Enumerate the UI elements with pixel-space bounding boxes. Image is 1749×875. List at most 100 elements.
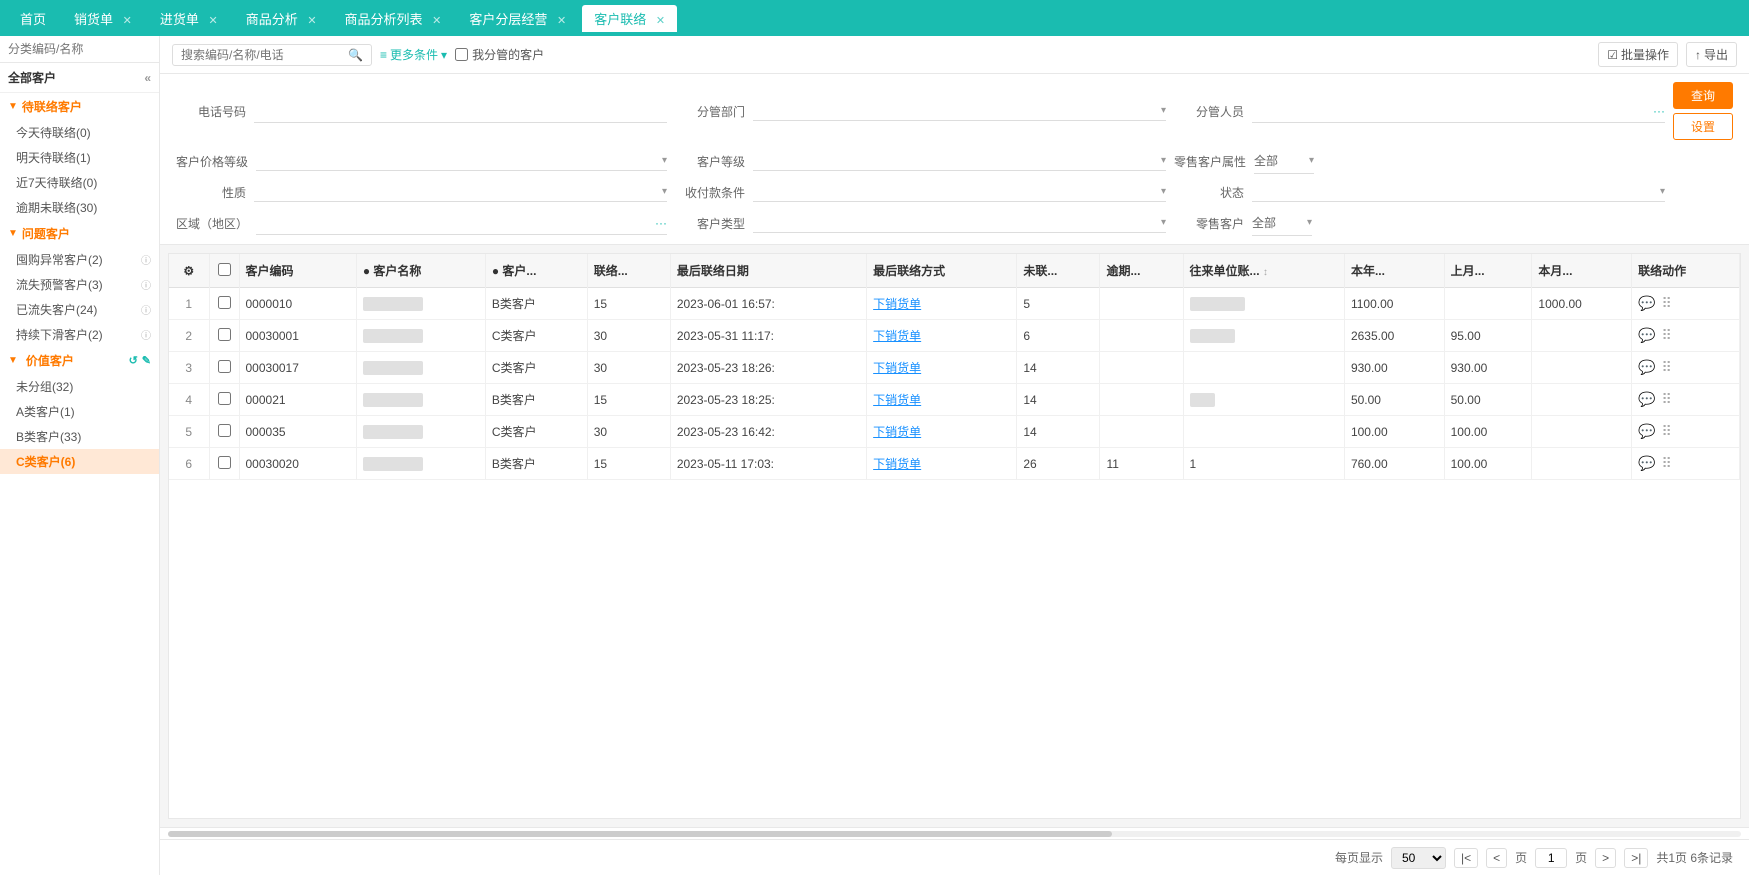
page-first-btn[interactable]: |< [1454,848,1478,868]
retail-cust-select[interactable]: 全部 ▾ [1252,210,1312,236]
filter-group-status: 状态 ▾ [1174,182,1665,202]
row-check[interactable] [209,320,239,352]
nav-product-analysis[interactable]: 商品分析 ✕ [234,5,329,32]
query-btn[interactable]: 查询 [1673,82,1733,109]
person-select[interactable]: ··· [1252,100,1665,123]
scrollbar-track[interactable] [168,831,1741,837]
group-problem-customers[interactable]: ▼ 问题客户 [0,220,159,247]
person-dots-icon[interactable]: ··· [1653,104,1665,118]
close-customer-contact-icon[interactable]: ✕ [656,15,665,27]
row-account [1183,384,1344,416]
sidebar-item-c-class[interactable]: C类客户(6) [0,449,159,474]
close-sales-icon[interactable]: ✕ [123,15,132,27]
chat-icon[interactable]: 💬 [1638,327,1655,344]
sidebar-item-today[interactable]: 今天待联络(0) [0,120,159,145]
row-last-method[interactable]: 下销货单 [867,384,1017,416]
sidebar-item-declining[interactable]: 持续下滑客户(2) ⓘ [0,322,159,347]
close-purchase-icon[interactable]: ✕ [208,15,217,27]
all-customers-header[interactable]: 全部客户 « [0,63,159,93]
group-value-customers[interactable]: ▼ 价值客户 ↺ ✎ [0,347,159,374]
search-input[interactable] [181,48,348,62]
refresh-icon-value[interactable]: ↺ [129,354,138,367]
export-btn[interactable]: ↑ 导出 [1686,42,1737,67]
group-pending-contact[interactable]: ▼ 待联络客户 [0,93,159,120]
row-code: 00030017 [239,352,356,384]
info-icon-churned: ⓘ [141,302,151,317]
status-select[interactable]: ▾ [1252,182,1665,202]
my-customers-checkbox[interactable] [455,48,468,61]
sidebar-item-ungrp[interactable]: 未分组(32) [0,374,159,399]
gear-icon[interactable]: ⚙ [183,264,194,278]
more-icon[interactable]: ⠿ [1662,359,1672,376]
sidebar-item-b-class[interactable]: B类客户(33) [0,424,159,449]
row-check[interactable] [209,352,239,384]
page-next-btn[interactable]: > [1595,848,1616,868]
row-last-method[interactable]: 下销货单 [867,288,1017,320]
scrollbar-thumb[interactable] [168,831,1112,837]
chat-icon[interactable]: 💬 [1638,455,1655,472]
retail-attr-select[interactable]: 全部 ▾ [1254,148,1314,174]
batch-ops-btn[interactable]: ☑ 批量操作 [1598,42,1678,67]
nav-product-list[interactable]: 商品分析列表 ✕ [333,5,454,32]
th-checkbox[interactable] [209,254,239,288]
row-last-method[interactable]: 下销货单 [867,448,1017,480]
payment-select[interactable]: ▾ [753,182,1166,202]
row-check[interactable] [209,384,239,416]
sidebar-item-tomorrow[interactable]: 明天待联络(1) [0,145,159,170]
close-product-analysis-icon[interactable]: ✕ [307,15,316,27]
chat-icon[interactable]: 💬 [1638,423,1655,440]
area-dots-icon[interactable]: ··· [655,216,667,230]
row-last-date: 2023-05-31 11:17: [670,320,866,352]
more-icon[interactable]: ⠿ [1662,423,1672,440]
more-icon[interactable]: ⠿ [1662,455,1672,472]
th-gear[interactable]: ⚙ [169,254,209,288]
sidebar-collapse-icon[interactable]: « [144,71,151,85]
row-check[interactable] [209,448,239,480]
chat-icon[interactable]: 💬 [1638,359,1655,376]
sidebar-item-overdue[interactable]: 逾期未联络(30) [0,195,159,220]
area-select[interactable]: ··· [256,212,667,235]
more-icon[interactable]: ⠿ [1662,327,1672,344]
row-cust-type: B类客户 [485,448,587,480]
nature-select[interactable]: ▾ [254,182,667,202]
more-icon[interactable]: ⠿ [1662,295,1672,312]
dept-select[interactable]: ▾ [753,101,1166,121]
nav-customer-tier[interactable]: 客户分层经营 ✕ [457,5,578,32]
chat-icon[interactable]: 💬 [1638,295,1655,312]
chevron-down-icon: ▾ [441,48,447,62]
nav-sales[interactable]: 销货单 ✕ [62,5,144,32]
page-number-input[interactable] [1535,848,1567,868]
nav-home[interactable]: 首页 [8,5,58,32]
price-level-select[interactable]: ▾ [256,151,667,171]
row-check[interactable] [209,288,239,320]
more-icon[interactable]: ⠿ [1662,391,1672,408]
sidebar-item-churned[interactable]: 已流失客户(24) ⓘ [0,297,159,322]
horizontal-scrollbar[interactable] [160,827,1749,839]
edit-icon-value[interactable]: ✎ [142,354,151,367]
nav-customer-contact[interactable]: 客户联络 ✕ [582,5,677,32]
sidebar-item-churn-warning[interactable]: 流失预警客户(3) ⓘ [0,272,159,297]
cust-level-select[interactable]: ▾ [753,151,1166,171]
row-contact: 30 [587,320,670,352]
search-icon[interactable]: 🔍 [348,48,363,62]
set-btn[interactable]: 设置 [1673,113,1733,140]
nav-purchase[interactable]: 进货单 ✕ [148,5,230,32]
sidebar-search-input[interactable] [8,42,160,56]
chat-icon[interactable]: 💬 [1638,391,1655,408]
select-all-checkbox[interactable] [218,263,231,276]
row-last-method[interactable]: 下销货单 [867,320,1017,352]
row-last-method[interactable]: 下销货单 [867,352,1017,384]
sidebar-item-7days[interactable]: 近7天待联络(0) [0,170,159,195]
close-product-list-icon[interactable]: ✕ [432,15,441,27]
row-last-method[interactable]: 下销货单 [867,416,1017,448]
cust-type-select[interactable]: ▾ [753,213,1166,233]
sidebar-item-hoarding[interactable]: 囤购异常客户(2) ⓘ [0,247,159,272]
page-prev-btn[interactable]: < [1486,848,1507,868]
row-check[interactable] [209,416,239,448]
close-customer-tier-icon[interactable]: ✕ [557,15,566,27]
phone-input[interactable] [254,100,667,123]
more-conditions-btn[interactable]: ≡ 更多条件 ▾ [380,46,447,63]
page-last-btn[interactable]: >| [1624,848,1648,868]
sidebar-item-a-class[interactable]: A类客户(1) [0,399,159,424]
per-page-select[interactable]: 50 100 200 [1391,847,1446,869]
